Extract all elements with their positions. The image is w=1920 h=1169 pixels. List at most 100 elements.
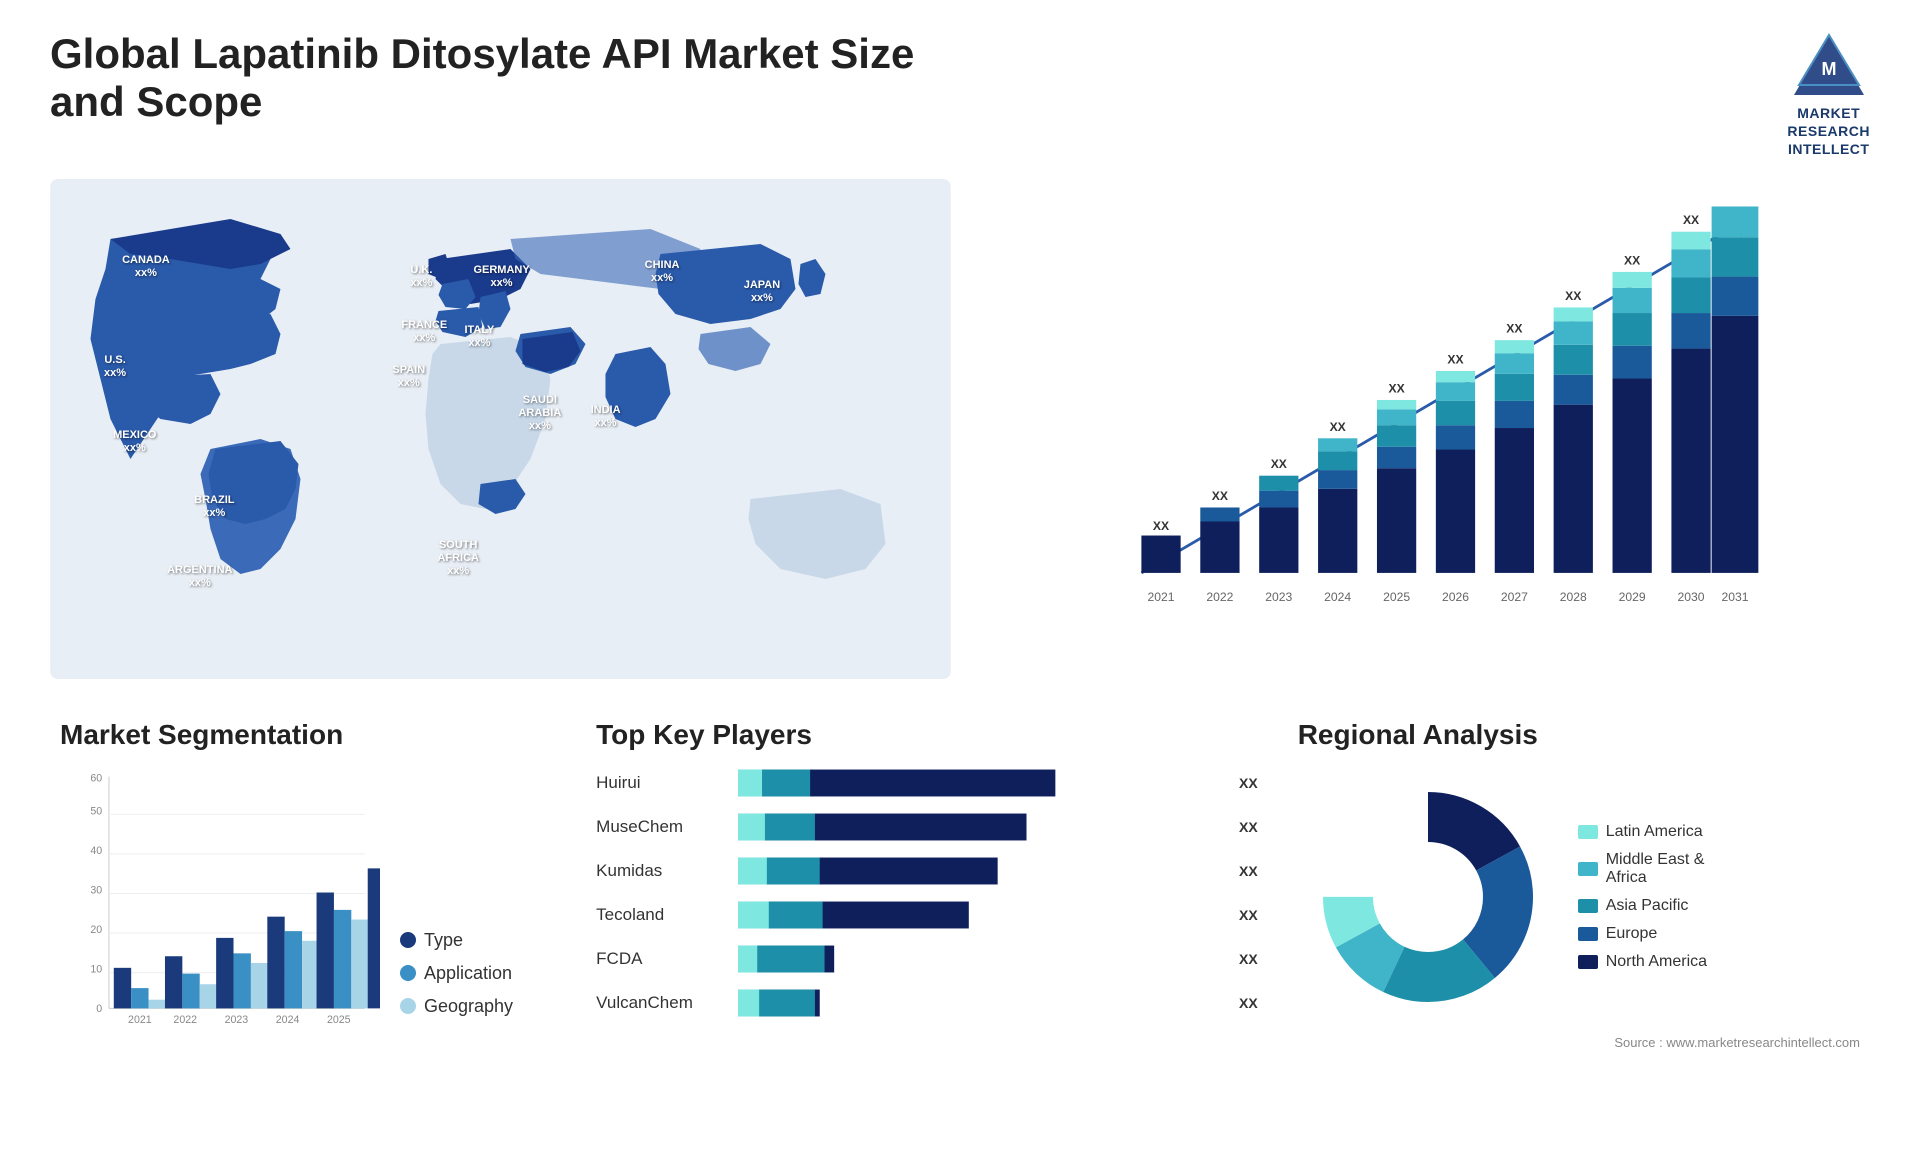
svg-text:2021: 2021 (128, 1013, 152, 1025)
player-name-fcda: FCDA (596, 949, 726, 969)
svg-text:2025: 2025 (327, 1013, 351, 1025)
players-title: Top Key Players (596, 719, 1258, 751)
svg-text:2022: 2022 (173, 1013, 197, 1025)
players-list: Huirui XX MuseChem (596, 767, 1258, 1019)
legend-dot-geography (400, 998, 416, 1014)
player-row-tecoland: Tecoland XX (596, 899, 1258, 931)
map-section: CANADAxx% U.S.xx% MEXICOxx% BRAZILxx% AR… (50, 179, 951, 679)
svg-text:2024: 2024 (276, 1013, 300, 1025)
donut-legend-north-america: North America (1578, 953, 1707, 971)
svg-text:XX: XX (1683, 213, 1699, 227)
svg-text:2021: 2021 (1147, 590, 1174, 604)
seg-legend: Type Application Geography (400, 930, 513, 1047)
seg-chart-svg: 0 10 20 30 40 50 60 (60, 767, 380, 1047)
donut-container: Latin America Middle East &Africa Asia P… (1298, 767, 1860, 1027)
legend-geography-label: Geography (424, 996, 513, 1017)
svg-text:60: 60 (90, 772, 102, 784)
legend-type-label: Type (424, 930, 463, 951)
svg-text:20: 20 (90, 924, 102, 936)
player-xx-vulcanchem: XX (1239, 995, 1258, 1011)
donut-label-north-america: North America (1606, 953, 1707, 971)
donut-color-europe (1578, 927, 1598, 941)
legend-application: Application (400, 963, 513, 984)
svg-text:2022: 2022 (1206, 590, 1233, 604)
legend-dot-application (400, 965, 416, 981)
svg-text:XX: XX (1565, 289, 1581, 303)
player-bar-musechem (738, 811, 1219, 843)
player-bar-huirui (738, 767, 1219, 799)
player-bar-vulcanchem (738, 987, 1219, 1019)
svg-text:2024: 2024 (1324, 590, 1351, 604)
player-row-kumidas: Kumidas XX (596, 855, 1258, 887)
donut-legend-middle-east: Middle East &Africa (1578, 851, 1707, 887)
svg-text:2028: 2028 (1560, 590, 1587, 604)
legend-application-label: Application (424, 963, 512, 984)
player-row-musechem: MuseChem XX (596, 811, 1258, 843)
svg-text:2026: 2026 (1442, 590, 1469, 604)
donut-legend-europe: Europe (1578, 925, 1707, 943)
regional-title: Regional Analysis (1298, 719, 1860, 751)
svg-text:2027: 2027 (1501, 590, 1528, 604)
donut-legend-asia-pacific: Asia Pacific (1578, 897, 1707, 915)
player-bar-kumidas (738, 855, 1219, 887)
logo-icon: M (1789, 30, 1869, 100)
donut-label-asia-pacific: Asia Pacific (1606, 897, 1689, 915)
svg-text:XX: XX (1727, 199, 1743, 202)
donut-legend: Latin America Middle East &Africa Asia P… (1578, 823, 1707, 971)
player-name-vulcanchem: VulcanChem (596, 993, 726, 1013)
svg-text:XX: XX (1271, 457, 1287, 471)
svg-text:0: 0 (96, 1003, 102, 1015)
donut-legend-latin-america: Latin America (1578, 823, 1707, 841)
donut-label-europe: Europe (1606, 925, 1658, 943)
donut-label-middle-east: Middle East &Africa (1606, 851, 1705, 887)
svg-text:2023: 2023 (225, 1013, 249, 1025)
donut-color-latin-america (1578, 825, 1598, 839)
bottom-section: Market Segmentation 0 10 20 30 40 (50, 709, 1870, 1139)
svg-text:40: 40 (90, 844, 102, 856)
logo-text: MARKET RESEARCH INTELLECT (1787, 104, 1870, 159)
player-xx-tecoland: XX (1239, 907, 1258, 923)
player-xx-musechem: XX (1239, 819, 1258, 835)
page-container: Global Lapatinib Ditosylate API Market S… (0, 0, 1920, 1169)
svg-text:2025: 2025 (1383, 590, 1410, 604)
player-name-huirui: Huirui (596, 773, 726, 793)
legend-geography: Geography (400, 996, 513, 1017)
regional-section: Regional Analysis (1288, 709, 1870, 1139)
player-name-musechem: MuseChem (596, 817, 726, 837)
svg-text:2030: 2030 (1677, 590, 1704, 604)
source-text: Source : www.marketresearchintellect.com (1298, 1035, 1860, 1050)
donut-label-latin-america: Latin America (1606, 823, 1703, 841)
svg-text:M: M (1821, 59, 1836, 79)
segmentation-section: Market Segmentation 0 10 20 30 40 (50, 709, 566, 1139)
svg-text:XX: XX (1506, 321, 1522, 335)
logo: M MARKET RESEARCH INTELLECT (1787, 30, 1870, 159)
header: Global Lapatinib Ditosylate API Market S… (50, 30, 1870, 159)
donut-color-north-america (1578, 955, 1598, 969)
donut-color-middle-east (1578, 862, 1598, 876)
player-bar-fcda (738, 943, 1219, 975)
segmentation-title: Market Segmentation (60, 719, 556, 751)
svg-text:XX: XX (1624, 253, 1640, 267)
player-row-vulcanchem: VulcanChem XX (596, 987, 1258, 1019)
seg-chart-container: 0 10 20 30 40 50 60 (60, 767, 556, 1047)
players-section: Top Key Players Huirui XX (586, 709, 1268, 1139)
player-row-huirui: Huirui XX (596, 767, 1258, 799)
player-bar-tecoland (738, 899, 1219, 931)
svg-text:XX: XX (1212, 489, 1228, 503)
donut-color-asia-pacific (1578, 899, 1598, 913)
player-xx-huirui: XX (1239, 775, 1258, 791)
player-xx-fcda: XX (1239, 951, 1258, 967)
player-xx-kumidas: XX (1239, 863, 1258, 879)
legend-dot-type (400, 932, 416, 948)
page-title: Global Lapatinib Ditosylate API Market S… (50, 30, 950, 126)
donut-chart (1298, 767, 1558, 1027)
svg-text:2029: 2029 (1619, 590, 1646, 604)
top-section: CANADAxx% U.S.xx% MEXICOxx% BRAZILxx% AR… (50, 179, 1870, 679)
svg-text:XX: XX (1447, 352, 1463, 366)
svg-text:XX: XX (1330, 419, 1346, 433)
legend-type: Type (400, 930, 513, 951)
player-name-tecoland: Tecoland (596, 905, 726, 925)
chart-section: XX 2021 XX 2022 XX 2023 XX 2024 (971, 179, 1870, 679)
svg-text:2031: 2031 (1721, 590, 1748, 604)
svg-text:2023: 2023 (1265, 590, 1292, 604)
